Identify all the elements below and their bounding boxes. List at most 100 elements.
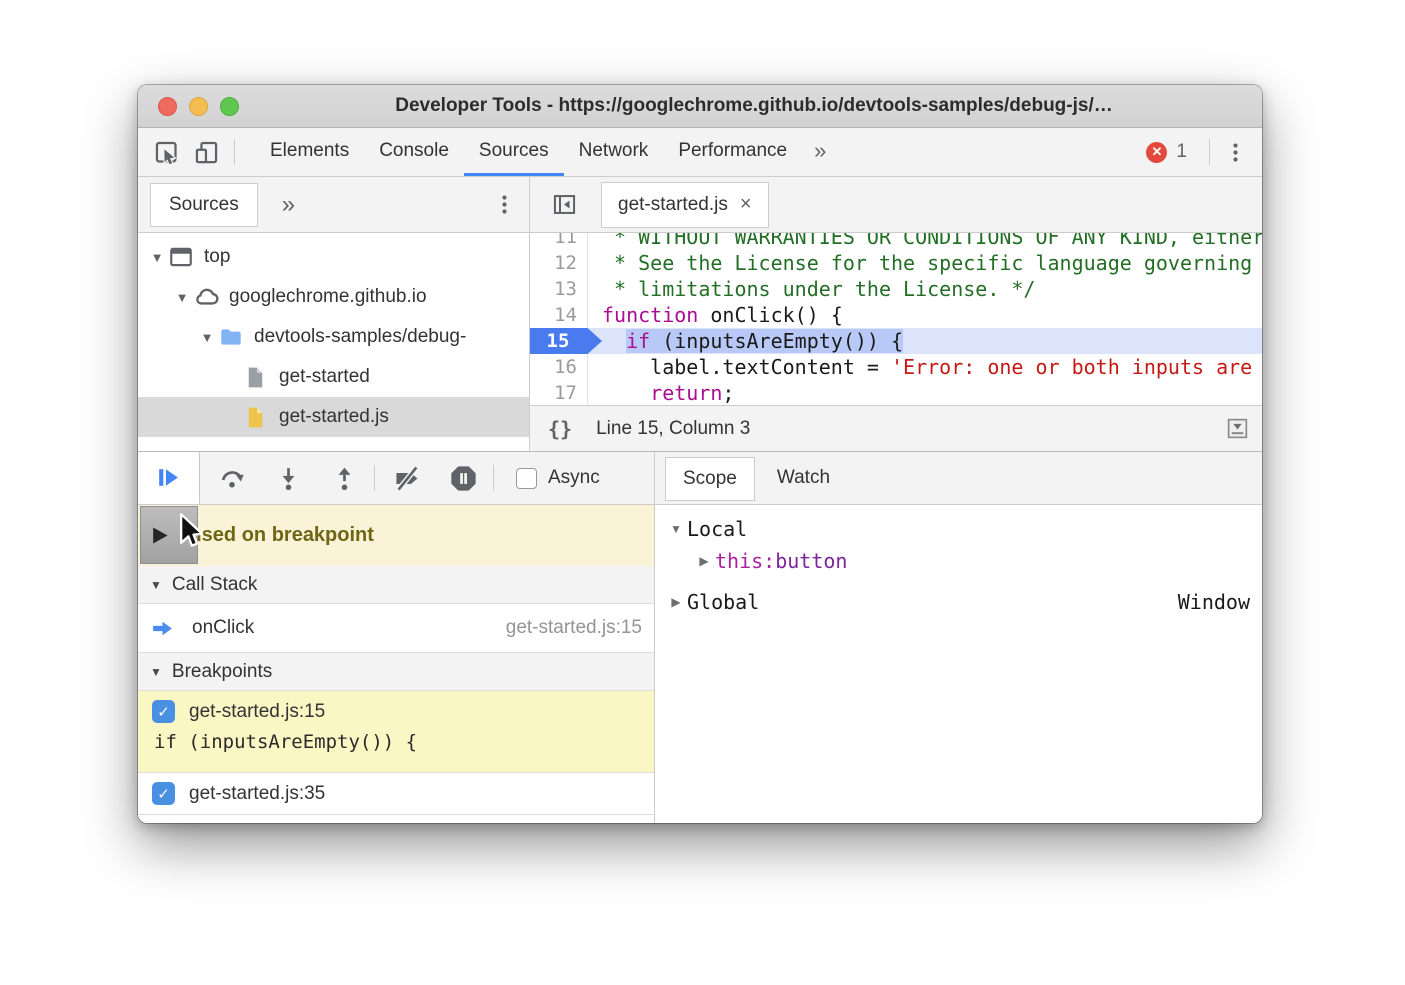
chevron-right-icon[interactable]: ▶ bbox=[693, 554, 715, 568]
error-circle-icon[interactable]: ✕ bbox=[1146, 142, 1167, 163]
pause-on-exceptions-button[interactable] bbox=[441, 456, 485, 500]
navigator-menu-kebab-icon[interactable] bbox=[487, 188, 521, 222]
tab-network[interactable]: Network bbox=[564, 128, 664, 176]
tab-sources-pane[interactable]: Sources bbox=[150, 183, 258, 227]
chevron-down-icon[interactable]: ▼ bbox=[146, 250, 168, 265]
code-line-15[interactable]: 15 if (inputsAreEmpty()) { bbox=[530, 328, 1262, 354]
tab-console[interactable]: Console bbox=[364, 128, 464, 176]
step-into-button[interactable] bbox=[266, 456, 310, 500]
chevron-right-icon[interactable]: ▶ bbox=[665, 595, 687, 609]
mouse-cursor-icon bbox=[177, 512, 204, 552]
code-line-12[interactable]: 12 * See the License for the specific la… bbox=[530, 250, 1262, 276]
more-tabs-button[interactable]: » bbox=[802, 138, 838, 167]
code-line-11[interactable]: 11 * WITHOUT WARRANTIES OR CONDITIONS OF… bbox=[530, 233, 1262, 250]
tab-sources[interactable]: Sources bbox=[464, 128, 564, 176]
error-count[interactable]: 1 bbox=[1176, 141, 1187, 163]
frame-icon bbox=[168, 244, 198, 270]
main-menu-kebab-icon[interactable] bbox=[1218, 135, 1252, 169]
breakpoint-checkbox[interactable]: ✓ bbox=[152, 782, 175, 805]
hide-navigator-icon[interactable] bbox=[545, 186, 583, 224]
tab-watch[interactable]: Watch bbox=[777, 467, 830, 489]
chevron-down-icon: ▼ bbox=[150, 665, 162, 679]
sources-middle-region: Sources » ▼top▼googlechrome.github.io▼de… bbox=[138, 177, 1262, 451]
call-stack-header[interactable]: ▼ Call Stack bbox=[138, 566, 654, 604]
desktop-background: Developer Tools - https://googlechrome.g… bbox=[0, 0, 1405, 985]
debugger-sidebar: Async Paused on breakpoint ▼ Call Stack … bbox=[138, 452, 655, 823]
tree-item-googlechrome-github-io[interactable]: ▼ googlechrome.github.io bbox=[138, 277, 529, 317]
breakpoints-title: Breakpoints bbox=[172, 661, 272, 683]
code-line-text: * See the License for the specific langu… bbox=[588, 250, 1262, 276]
inspect-icon[interactable] bbox=[146, 135, 186, 169]
scope-tabbar: Scope Watch bbox=[655, 452, 1262, 505]
line-number-16[interactable]: 16 bbox=[530, 354, 588, 380]
code-line-text: return; bbox=[588, 380, 1262, 405]
line-number-15[interactable]: 15 bbox=[530, 328, 588, 354]
line-number-13[interactable]: 13 bbox=[530, 276, 588, 302]
tree-item-label: devtools-samples/debug- bbox=[254, 326, 466, 348]
pause-exceptions-status-icon[interactable] bbox=[1225, 416, 1250, 441]
resume-button-ghost bbox=[140, 506, 198, 564]
deactivate-breakpoints-button[interactable] bbox=[385, 456, 429, 500]
step-out-button[interactable] bbox=[322, 456, 366, 500]
tree-item-label: googlechrome.github.io bbox=[229, 286, 427, 308]
navigator-panel: Sources » ▼top▼googlechrome.github.io▼de… bbox=[138, 177, 530, 451]
breakpoint-entry[interactable]: ✓get-started.js:15if (inputsAreEmpty()) … bbox=[138, 691, 654, 773]
device-toolbar-icon[interactable] bbox=[186, 135, 226, 169]
tree-item-label: get-started bbox=[279, 366, 370, 388]
tab-elements[interactable]: Elements bbox=[255, 128, 364, 176]
scope-entry[interactable]: ▶this: button bbox=[655, 545, 1262, 577]
editor-statusbar: {} Line 15, Column 3 bbox=[530, 405, 1262, 451]
close-tab-icon[interactable]: × bbox=[740, 193, 752, 216]
editor-tab-get-started-js[interactable]: get-started.js × bbox=[601, 182, 769, 228]
toolbar-right: ✕ 1 bbox=[1146, 135, 1252, 169]
line-number-14[interactable]: 14 bbox=[530, 302, 588, 328]
call-stack-frame[interactable]: onClickget-started.js:15 bbox=[138, 604, 654, 653]
titlebar: Developer Tools - https://googlechrome.g… bbox=[138, 85, 1262, 128]
code-line-text: label.textContent = 'Error: one or both … bbox=[588, 354, 1262, 380]
code-line-text: * limitations under the License. */ bbox=[588, 276, 1262, 302]
tree-item-get-started[interactable]: get-started bbox=[138, 357, 529, 397]
devtools-window: Developer Tools - https://googlechrome.g… bbox=[138, 85, 1262, 823]
chevron-down-icon: ▼ bbox=[150, 578, 162, 592]
line-number-11[interactable]: 11 bbox=[530, 233, 588, 250]
tree-item-devtools-samples-debug-[interactable]: ▼ devtools-samples/debug- bbox=[138, 317, 529, 357]
chevron-down-icon[interactable]: ▼ bbox=[196, 330, 218, 345]
scope-entry[interactable]: ▶GlobalWindow bbox=[655, 586, 1262, 618]
scope-entry[interactable]: ▼Local bbox=[655, 513, 1262, 545]
breakpoint-checkbox[interactable]: ✓ bbox=[152, 700, 175, 723]
chevron-down-icon[interactable]: ▼ bbox=[665, 522, 687, 536]
debugger-region: Async Paused on breakpoint ▼ Call Stack … bbox=[138, 451, 1262, 823]
breakpoint-entry[interactable]: ✓get-started.js:35 bbox=[138, 773, 654, 815]
code-line-17[interactable]: 17 return; bbox=[530, 380, 1262, 405]
chevron-down-icon[interactable]: ▼ bbox=[171, 290, 193, 305]
pretty-print-button[interactable]: {} bbox=[548, 417, 572, 441]
tab-scope[interactable]: Scope bbox=[665, 457, 755, 501]
resume-button[interactable] bbox=[138, 452, 200, 504]
execution-pointer-badge: 15 bbox=[530, 328, 602, 354]
code-line-14[interactable]: 14function onClick() { bbox=[530, 302, 1262, 328]
scope-value: Window bbox=[1178, 590, 1250, 614]
breakpoint-code: if (inputsAreEmpty()) { bbox=[154, 731, 640, 753]
code-line-13[interactable]: 13 * limitations under the License. */ bbox=[530, 276, 1262, 302]
file-tree: ▼top▼googlechrome.github.io▼devtools-sam… bbox=[138, 233, 529, 451]
navigator-more-tabs[interactable]: » bbox=[282, 191, 295, 219]
tree-item-label: get-started.js bbox=[279, 406, 389, 428]
code-editor[interactable]: 11 * WITHOUT WARRANTIES OR CONDITIONS OF… bbox=[530, 233, 1262, 405]
tree-item-top[interactable]: ▼top bbox=[138, 237, 529, 277]
code-line-text: function onClick() { bbox=[588, 302, 1262, 328]
toolbar-separator bbox=[1209, 139, 1210, 165]
file-icon bbox=[243, 365, 273, 390]
cloud-icon bbox=[193, 283, 223, 311]
line-number-17[interactable]: 17 bbox=[530, 380, 588, 405]
breakpoints-header[interactable]: ▼ Breakpoints bbox=[138, 653, 654, 691]
line-number-12[interactable]: 12 bbox=[530, 250, 588, 276]
async-checkbox[interactable] bbox=[516, 468, 537, 489]
scope-tree: ▼Local▶this: button ▶GlobalWindow bbox=[655, 505, 1262, 618]
step-over-button[interactable] bbox=[210, 456, 254, 500]
frame-location[interactable]: get-started.js:15 bbox=[506, 617, 642, 639]
scope-panel: Scope Watch ▼Local▶this: button ▶GlobalWin… bbox=[655, 452, 1262, 823]
code-line-16[interactable]: 16 label.textContent = 'Error: one or bo… bbox=[530, 354, 1262, 380]
tab-performance[interactable]: Performance bbox=[663, 128, 802, 176]
toolbar-separator bbox=[234, 139, 235, 165]
tree-item-get-started-js[interactable]: get-started.js bbox=[138, 397, 529, 437]
